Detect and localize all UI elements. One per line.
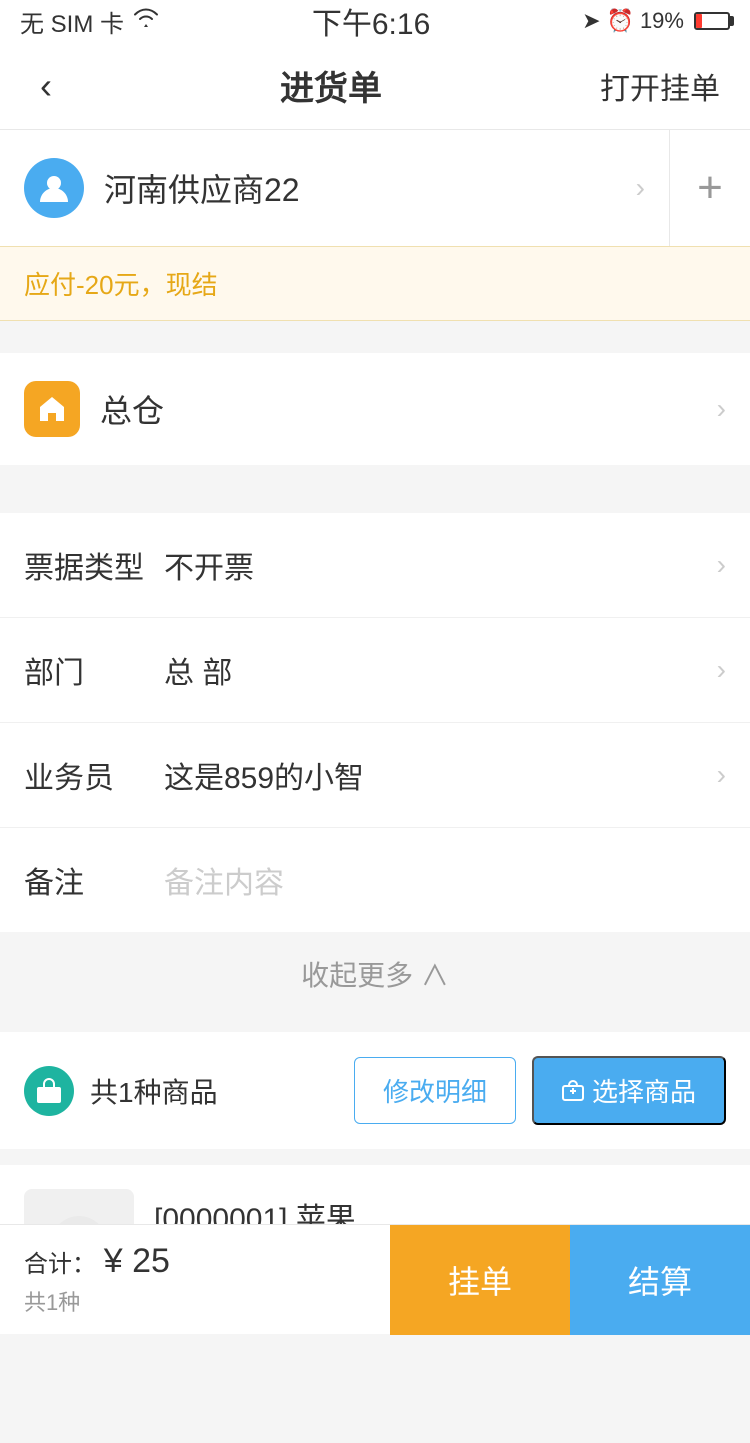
invoice-type-label: 票据类型 xyxy=(24,543,164,587)
battery-icon xyxy=(694,12,730,30)
suspend-button[interactable]: 挂单 xyxy=(390,1225,570,1335)
product-count: 共1种商品 xyxy=(90,1071,354,1111)
status-bar-left: 无 SIM 卡 xyxy=(20,4,160,39)
supplier-notice: 应付-20元，现结 xyxy=(0,246,750,321)
separator-1 xyxy=(0,321,750,337)
supplier-name: 河南供应商22 xyxy=(104,165,626,211)
select-product-button[interactable]: 选择商品 xyxy=(532,1056,726,1125)
salesman-value: 这是859的小智 xyxy=(164,753,707,797)
add-supplier-button[interactable]: + xyxy=(670,130,750,246)
select-product-label: 选择商品 xyxy=(592,1072,696,1109)
page-title: 进货单 xyxy=(280,61,382,110)
product-header: 共1种商品 修改明细 选择商品 xyxy=(0,1032,750,1149)
nav-bar: ‹ 进货单 打开挂单 xyxy=(0,42,750,130)
separator-3 xyxy=(0,1016,750,1032)
back-button[interactable]: ‹ xyxy=(30,55,62,117)
form-section: 票据类型 不开票 › 部门 总 部 › 业务员 这是859的小智 › 备注 备注… xyxy=(0,513,750,932)
settle-button[interactable]: 结算 xyxy=(570,1225,750,1335)
department-value: 总 部 xyxy=(164,648,707,692)
department-row[interactable]: 部门 总 部 › xyxy=(0,618,750,723)
remark-row[interactable]: 备注 备注内容 xyxy=(0,828,750,932)
chevron-right-icon: › xyxy=(717,654,726,686)
total-label: 合计： xyxy=(24,1251,96,1278)
remark-label: 备注 xyxy=(24,858,164,902)
bottom-bar: 合计： ¥ 25 共1种 挂单 结算 xyxy=(0,1224,750,1334)
total-section: 合计： ¥ 25 共1种 xyxy=(0,1242,390,1317)
status-bar: 无 SIM 卡 下午6:16 ➤ ⏰ 19% xyxy=(0,0,750,42)
chevron-right-icon: › xyxy=(636,172,645,204)
salesman-row[interactable]: 业务员 这是859的小智 › xyxy=(0,723,750,828)
location-icon: ➤ xyxy=(582,8,600,34)
total-amount: ¥ 25 xyxy=(104,1242,170,1280)
invoice-type-value: 不开票 xyxy=(164,543,707,587)
chevron-right-icon: › xyxy=(717,759,726,791)
edit-detail-button[interactable]: 修改明细 xyxy=(354,1057,516,1124)
salesman-label: 业务员 xyxy=(24,753,164,797)
warehouse-icon xyxy=(24,381,80,437)
total-count: 共1种 xyxy=(24,1285,366,1317)
status-bar-time: 下午6:16 xyxy=(312,0,430,43)
separator-2 xyxy=(0,481,750,497)
remark-input[interactable]: 备注内容 xyxy=(164,858,726,902)
department-label: 部门 xyxy=(24,648,164,692)
warehouse-selector[interactable]: 总仓 › xyxy=(0,353,750,465)
cart-icon xyxy=(562,1080,584,1102)
invoice-type-row[interactable]: 票据类型 不开票 › xyxy=(0,513,750,618)
chevron-right-icon: › xyxy=(717,393,726,425)
carrier-text: 无 SIM 卡 xyxy=(20,4,124,39)
chevron-right-icon: › xyxy=(717,549,726,581)
status-bar-right: ➤ ⏰ 19% xyxy=(582,8,730,34)
supplier-section: 河南供应商22 › + xyxy=(0,130,750,246)
supplier-selector[interactable]: 河南供应商22 › xyxy=(0,130,670,246)
warehouse-name: 总仓 xyxy=(100,386,707,432)
open-pending-button[interactable]: 打开挂单 xyxy=(600,64,720,108)
wifi-icon xyxy=(132,7,160,35)
total-amount-row: 合计： ¥ 25 xyxy=(24,1242,366,1281)
collapse-bar[interactable]: 收起更多 ∧ xyxy=(0,932,750,1016)
battery-percent: 19% xyxy=(640,8,684,34)
alarm-icon: ⏰ xyxy=(607,8,634,34)
product-header-icon xyxy=(24,1066,74,1116)
supplier-avatar xyxy=(24,158,84,218)
